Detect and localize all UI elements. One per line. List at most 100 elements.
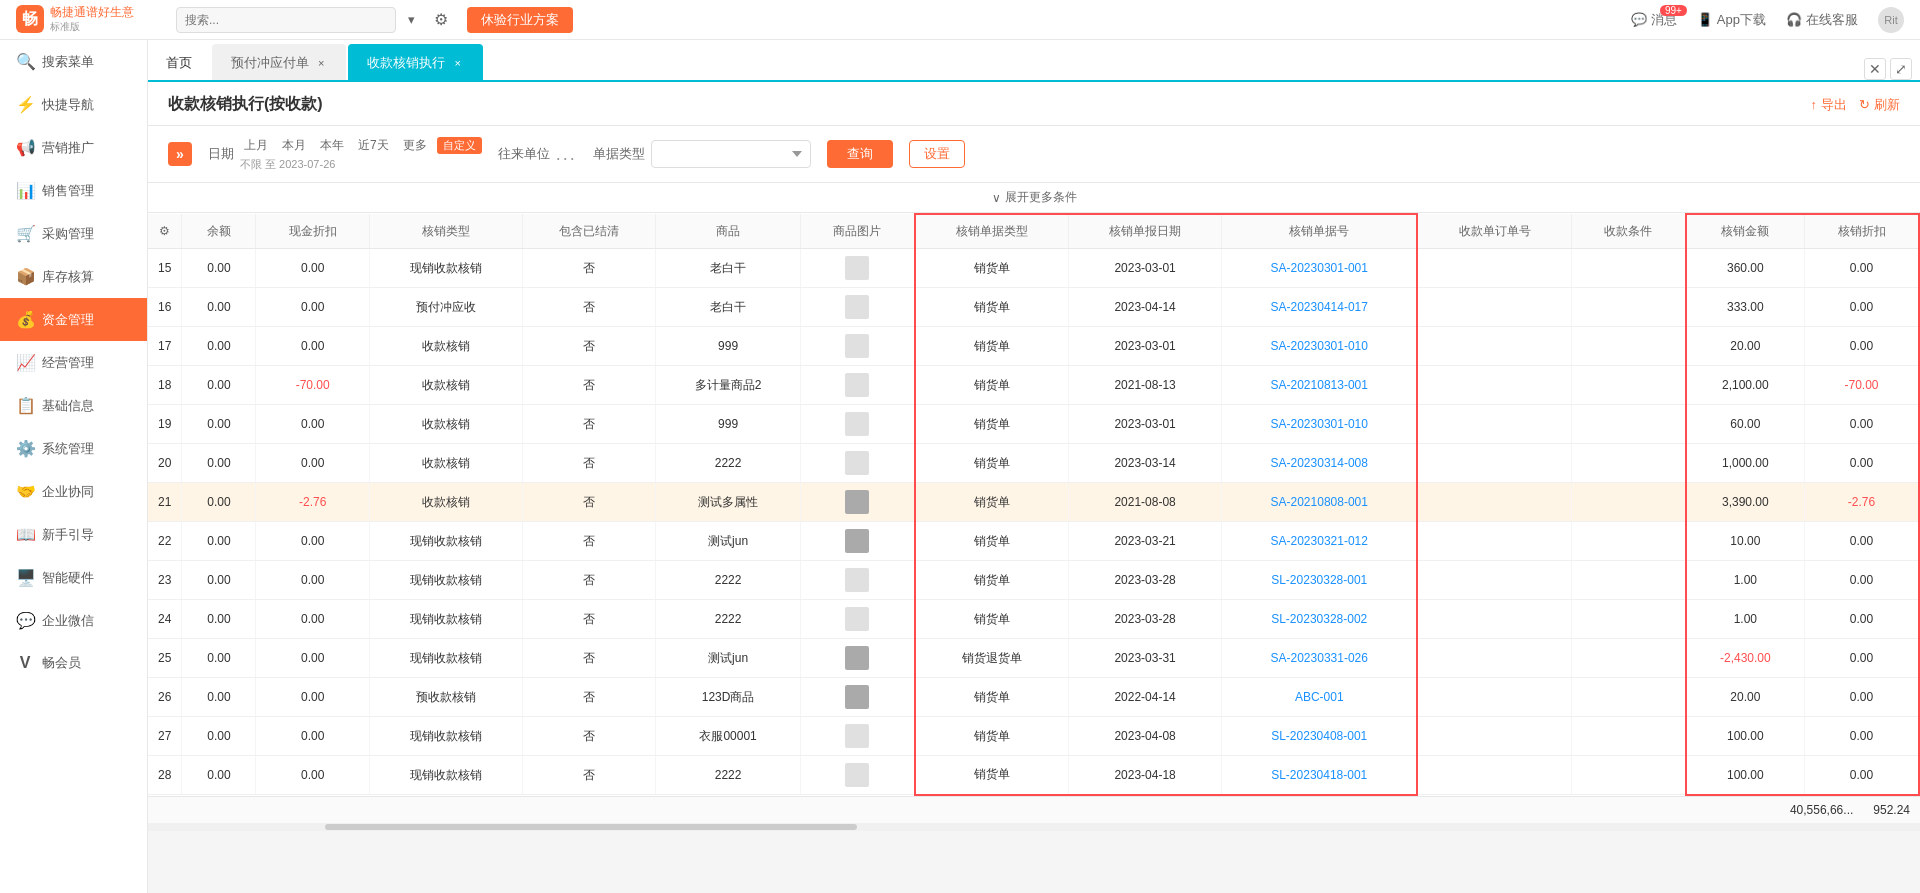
scrollbar-thumb[interactable] [325,824,857,830]
td-verify-discount: 0.00 [1805,405,1919,444]
td-no: 22 [148,522,182,561]
sidebar-item-purchase[interactable]: 🛒 采购管理 [0,212,147,255]
td-verify-bill-no[interactable]: SL-20230328-001 [1222,561,1418,600]
avatar[interactable]: Rit [1878,7,1904,33]
export-btn[interactable]: ↑ 导出 [1811,96,1848,114]
td-goods-image [800,717,914,756]
sidebar-item-sales[interactable]: 📊 销售管理 [0,169,147,212]
td-cash-discount: 0.00 [256,249,370,288]
date-custom-btn[interactable]: 自定义 [437,137,482,154]
date-opt-more[interactable]: 更多 [399,136,431,155]
refresh-btn[interactable]: ↻ 刷新 [1859,96,1900,114]
sidebar-item-sales-label: 销售管理 [42,182,94,200]
gear-icon[interactable]: ⚙ [427,6,455,34]
date-opt-7days[interactable]: 近7天 [354,136,393,155]
date-opt-last-month[interactable]: 上月 [240,136,272,155]
td-include-settled: 否 [523,756,656,795]
td-verify-bill-date: 2023-04-08 [1069,717,1222,756]
td-verify-bill-no[interactable]: SA-20230301-010 [1222,327,1418,366]
th-receipt-order-no: 收款单订单号 [1417,214,1571,249]
td-include-settled: 否 [523,561,656,600]
th-verify-bill-type: 核销单据类型 [915,214,1069,249]
sidebar-item-vip[interactable]: V 畅会员 [0,642,147,684]
filter-expand-btn[interactable]: » [168,142,192,166]
td-verify-bill-no[interactable]: SA-20230321-012 [1222,522,1418,561]
td-receipt-condition [1571,678,1685,717]
sales-icon: 📊 [16,181,34,200]
td-receipt-condition [1571,249,1685,288]
td-goods: 2222 [656,444,800,483]
tab-prepay-close[interactable]: × [315,56,327,70]
expand-row: ∨ 展开更多条件 [148,183,1920,213]
td-goods-image [800,756,914,795]
sidebar-item-marketing[interactable]: 📢 营销推广 [0,126,147,169]
sidebar-item-finance[interactable]: 💰 资金管理 [0,298,147,341]
search-box[interactable] [176,7,396,33]
messages-btn[interactable]: 💬 消息 99+ [1631,11,1677,29]
sidebar-item-basic[interactable]: 📋 基础信息 [0,384,147,427]
td-verify-bill-no[interactable]: SA-20230301-001 [1222,249,1418,288]
td-verify-bill-no[interactable]: SA-20210808-001 [1222,483,1418,522]
td-verify-bill-no[interactable]: SL-20230408-001 [1222,717,1418,756]
td-verify-bill-no[interactable]: SL-20230418-001 [1222,756,1418,795]
sidebar-item-hardware[interactable]: 🖥️ 智能硬件 [0,556,147,599]
tab-close-btn[interactable]: ✕ [1864,58,1886,80]
td-receipt-order-no [1417,249,1571,288]
td-verify-type: 收款核销 [370,483,523,522]
table-row: 27 0.00 0.00 现销收款核销 否 衣服00001 销货单 2023-0… [148,717,1919,756]
horizontal-scrollbar[interactable] [148,823,1920,831]
td-goods-image [800,600,914,639]
td-verify-bill-no[interactable]: SA-20230331-026 [1222,639,1418,678]
td-verify-bill-no[interactable]: SA-20230301-010 [1222,405,1418,444]
sidebar-item-operation[interactable]: 📈 经营管理 [0,341,147,384]
tab-receipt[interactable]: 收款核销执行 × [348,44,482,80]
td-goods-image [800,522,914,561]
settings-btn[interactable]: 设置 [909,140,965,168]
bill-type-select[interactable] [651,140,811,168]
td-verify-bill-type: 销货单 [915,327,1069,366]
tab-prepay[interactable]: 预付冲应付单 × [212,44,346,80]
td-receipt-condition [1571,444,1685,483]
table-row: 20 0.00 0.00 收款核销 否 2222 销货单 2023-03-14 … [148,444,1919,483]
td-cash-discount: 0.00 [256,327,370,366]
sidebar-item-guide[interactable]: 📖 新手引导 [0,513,147,556]
sidebar-item-wechat[interactable]: 💬 企业微信 [0,599,147,642]
query-btn[interactable]: 查询 [827,140,893,168]
date-opt-this-month[interactable]: 本月 [278,136,310,155]
date-opt-this-year[interactable]: 本年 [316,136,348,155]
sidebar-item-quick[interactable]: ⚡ 快捷导航 [0,83,147,126]
td-cash-discount: -2.76 [256,483,370,522]
td-receipt-order-no [1417,600,1571,639]
dropdown-btn[interactable]: ▾ [408,12,415,27]
industry-btn[interactable]: 休验行业方案 [467,7,573,33]
td-verify-bill-no[interactable]: ABC-001 [1222,678,1418,717]
td-verify-bill-date: 2023-04-18 [1069,756,1222,795]
sidebar-item-search[interactable]: 🔍 搜索菜单 [0,40,147,83]
td-verify-amount: 1.00 [1686,561,1805,600]
tab-expand-btn[interactable]: ⤢ [1890,58,1912,80]
td-balance: 0.00 [182,756,256,795]
source-unit-dots[interactable]: ... [556,144,577,165]
td-no: 27 [148,717,182,756]
sidebar-item-inventory[interactable]: 📦 库存核算 [0,255,147,298]
online-service-btn[interactable]: 🎧 在线客服 [1786,11,1858,29]
tab-receipt-close[interactable]: × [451,56,463,70]
search-input[interactable] [176,7,396,33]
expand-more-btn[interactable]: ∨ 展开更多条件 [992,189,1077,206]
sidebar-item-collab[interactable]: 🤝 企业协同 [0,470,147,513]
td-verify-bill-date: 2021-08-08 [1069,483,1222,522]
td-verify-bill-no[interactable]: SA-20210813-001 [1222,366,1418,405]
td-cash-discount: 0.00 [256,717,370,756]
td-verify-amount: 333.00 [1686,288,1805,327]
top-bar: 畅 畅捷通谱好生意 标准版 ▾ ⚙ 休验行业方案 💬 消息 99+ 📱 App下… [0,0,1920,40]
app-download-btn[interactable]: 📱 App下载 [1697,11,1766,29]
td-verify-bill-no[interactable]: SL-20230328-002 [1222,600,1418,639]
sidebar-item-system[interactable]: ⚙️ 系统管理 [0,427,147,470]
td-verify-bill-no[interactable]: SA-20230414-017 [1222,288,1418,327]
th-gear[interactable]: ⚙ [148,214,182,249]
logo-name: 畅捷通谱好生意 [50,5,134,19]
td-verify-amount: 3,390.00 [1686,483,1805,522]
td-receipt-order-no [1417,327,1571,366]
td-verify-bill-no[interactable]: SA-20230314-008 [1222,444,1418,483]
tab-home[interactable]: 首页 [148,46,210,80]
